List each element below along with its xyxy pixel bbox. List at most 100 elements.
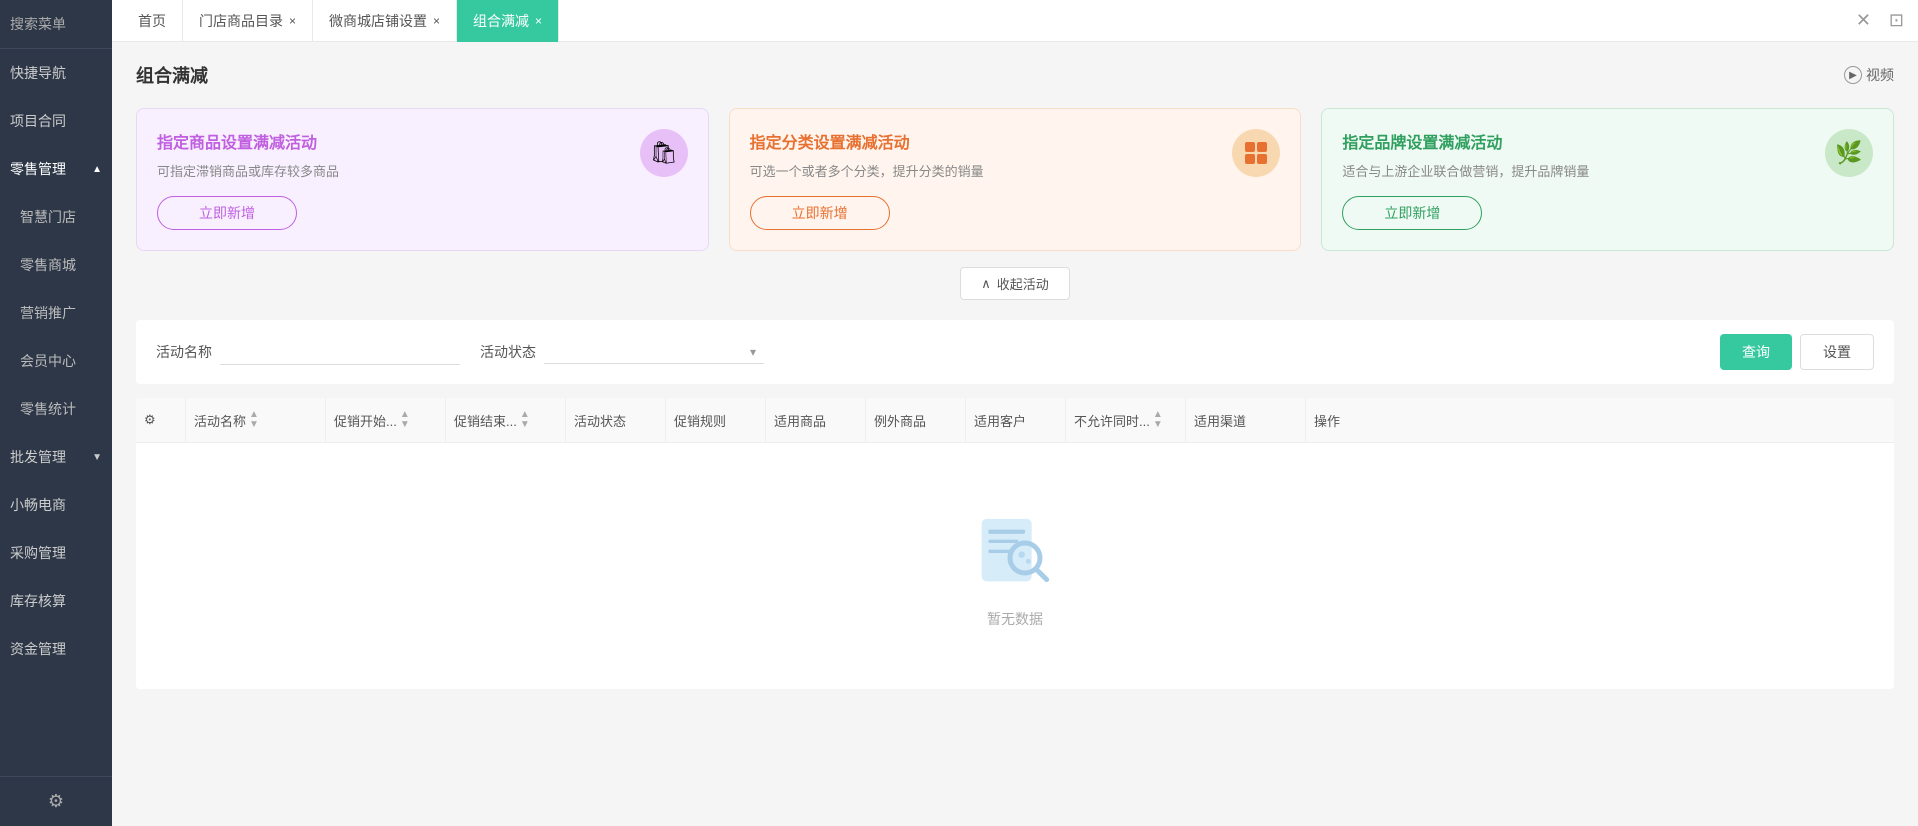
- sidebar-item-label: 零售统计: [20, 399, 76, 419]
- sidebar-item-label: 资金管理: [10, 639, 66, 659]
- sidebar-item-xiao-chang[interactable]: 小畅电商: [0, 481, 112, 529]
- collapse-btn-label: 收起活动: [997, 274, 1049, 293]
- th-activity-status-label: 活动状态: [574, 411, 626, 430]
- tab-store-catalog-close[interactable]: ×: [289, 14, 296, 28]
- sidebar-item-label: 采购管理: [10, 543, 66, 563]
- sidebar-item-label: 快捷导航: [10, 63, 66, 83]
- sort-icon: ▲▼: [249, 410, 259, 430]
- collapse-activities-button[interactable]: ∧ 收起活动: [960, 267, 1070, 300]
- sort-icon: ▲▼: [1153, 410, 1163, 430]
- sidebar-item-project-contract[interactable]: 项目合同: [0, 97, 112, 145]
- tab-store-catalog[interactable]: 门店商品目录 ×: [183, 0, 313, 42]
- tab-combo-discount-close[interactable]: ×: [535, 14, 542, 28]
- content-area: 组合满减 ▶ 视频 🛍 指定商品设置满减活动 可指定滞销商品或库存较多商品 立即…: [112, 42, 1918, 826]
- th-promo-end[interactable]: 促销结束... ▲▼: [446, 398, 566, 442]
- card-brand: 🌿 指定品牌设置满减活动 适合与上游企业联合做营销，提升品牌销量 立即新增: [1321, 108, 1894, 251]
- sidebar-search[interactable]: 搜索菜单: [0, 0, 112, 49]
- th-applicable-channel: 适用渠道: [1186, 398, 1306, 442]
- th-exception-goods-label: 例外商品: [874, 411, 926, 430]
- tab-store-catalog-label: 门店商品目录: [199, 11, 283, 31]
- sidebar-item-purchase-manage[interactable]: 采购管理: [0, 529, 112, 577]
- th-operations: 操作: [1306, 398, 1406, 442]
- sidebar-item-wholesale-manage[interactable]: 批发管理 ▼: [0, 433, 112, 481]
- chevron-up-icon: ∧: [981, 276, 991, 292]
- sidebar-item-retail-mall[interactable]: 零售商城: [0, 241, 112, 289]
- th-not-allow-concurrent-label: 不允许同时...: [1074, 411, 1150, 430]
- filter-row: 活动名称 活动状态 ▾ 查询 设置: [136, 320, 1894, 384]
- sidebar: 搜索菜单 快捷导航 项目合同 零售管理 ▲ 智慧门店 零售商城 营销推广 会员中…: [0, 0, 112, 826]
- tab-combo-discount[interactable]: 组合满减 ×: [457, 0, 559, 42]
- sidebar-item-quick-nav[interactable]: 快捷导航: [0, 49, 112, 97]
- card-brand-add-button[interactable]: 立即新增: [1342, 196, 1482, 230]
- sidebar-item-label: 会员中心: [20, 351, 76, 371]
- th-applicable-customer-label: 适用客户: [974, 411, 1026, 430]
- dropdown-arrow-icon: ▾: [750, 345, 756, 359]
- card-brand-title: 指定品牌设置满减活动: [1342, 129, 1873, 153]
- sidebar-bottom: ⚙: [0, 776, 112, 826]
- th-activity-name[interactable]: 活动名称 ▲▼: [186, 398, 326, 442]
- card-category-desc: 可选一个或者多个分类，提升分类的销量: [750, 161, 1281, 180]
- sidebar-item-label: 零售管理: [10, 159, 66, 179]
- sidebar-item-smart-store[interactable]: 智慧门店: [0, 193, 112, 241]
- card-product-add-button[interactable]: 立即新增: [157, 196, 297, 230]
- sidebar-item-retail-stats[interactable]: 零售统计: [0, 385, 112, 433]
- tab-home-label: 首页: [138, 11, 166, 31]
- th-promo-start-label: 促销开始...: [334, 411, 397, 430]
- activity-name-input[interactable]: [220, 340, 460, 365]
- th-not-allow-concurrent[interactable]: 不允许同时... ▲▼: [1066, 398, 1186, 442]
- query-button[interactable]: 查询: [1720, 334, 1792, 370]
- th-activity-status: 活动状态: [566, 398, 666, 442]
- sidebar-item-inventory-check[interactable]: 库存核算: [0, 577, 112, 625]
- filter-actions: 查询 设置: [1720, 334, 1874, 370]
- card-product: 🛍 指定商品设置满减活动 可指定滞销商品或库存较多商品 立即新增: [136, 108, 709, 251]
- card-category-title: 指定分类设置满减活动: [750, 129, 1281, 153]
- sidebar-item-retail-manage[interactable]: 零售管理 ▲: [0, 145, 112, 193]
- collapse-row: ∧ 收起活动: [136, 267, 1894, 300]
- card-brand-desc: 适合与上游企业联合做营销，提升品牌销量: [1342, 161, 1873, 180]
- th-activity-name-label: 活动名称: [194, 411, 246, 430]
- window-maximize-button[interactable]: ⊡: [1885, 6, 1908, 35]
- page-header: 组合满减 ▶ 视频: [136, 62, 1894, 88]
- table-wrapper: ⚙ 活动名称 ▲▼ 促销开始... ▲▼ 促销结束... ▲▼ 活动状态: [136, 398, 1894, 689]
- sort-icon: ▲▼: [400, 410, 410, 430]
- th-applicable-channel-label: 适用渠道: [1194, 411, 1246, 430]
- card-category-add-button[interactable]: 立即新增: [750, 196, 890, 230]
- th-promo-start[interactable]: 促销开始... ▲▼: [326, 398, 446, 442]
- sidebar-item-label: 库存核算: [10, 591, 66, 611]
- cards-row: 🛍 指定商品设置满减活动 可指定滞销商品或库存较多商品 立即新增: [136, 108, 1894, 251]
- tab-actions: ✕ ⊡: [1852, 6, 1908, 35]
- tab-combo-discount-label: 组合满减: [473, 11, 529, 31]
- main-area: 首页 门店商品目录 × 微商城店铺设置 × 组合满减 × ✕ ⊡ 组合满减 ▶ …: [112, 0, 1918, 826]
- settings-button[interactable]: 设置: [1800, 334, 1874, 370]
- card-product-desc: 可指定滞销商品或库存较多商品: [157, 161, 688, 180]
- sidebar-item-label: 智慧门店: [20, 207, 76, 227]
- th-promo-rule: 促销规则: [666, 398, 766, 442]
- sidebar-item-label: 批发管理: [10, 447, 66, 467]
- sidebar-item-label: 小畅电商: [10, 495, 66, 515]
- chevron-down-icon: ▼: [92, 452, 102, 463]
- settings-gear-icon: ⚙: [144, 412, 156, 428]
- video-label: 视频: [1866, 65, 1894, 85]
- activity-status-select[interactable]: ▾: [544, 341, 764, 364]
- sidebar-item-label: 零售商城: [20, 255, 76, 275]
- empty-state: 暂无数据: [136, 443, 1894, 689]
- window-close-button[interactable]: ✕: [1852, 6, 1875, 35]
- sidebar-item-member-center[interactable]: 会员中心: [0, 337, 112, 385]
- tab-home[interactable]: 首页: [122, 0, 183, 42]
- tab-wechat-store-label: 微商城店铺设置: [329, 11, 427, 31]
- th-applicable-goods: 适用商品: [766, 398, 866, 442]
- th-applicable-goods-label: 适用商品: [774, 411, 826, 430]
- sidebar-item-label: 营销推广: [20, 303, 76, 323]
- th-settings[interactable]: ⚙: [136, 398, 186, 442]
- settings-icon[interactable]: ⚙: [48, 791, 64, 812]
- th-exception-goods: 例外商品: [866, 398, 966, 442]
- sidebar-item-finance-manage[interactable]: 资金管理: [0, 625, 112, 673]
- sidebar-item-marketing[interactable]: 营销推广: [0, 289, 112, 337]
- filter-activity-name: 活动名称: [156, 340, 460, 365]
- tab-wechat-store-close[interactable]: ×: [433, 14, 440, 28]
- filter-activity-status: 活动状态 ▾: [480, 341, 764, 364]
- card-category: 指定分类设置满减活动 可选一个或者多个分类，提升分类的销量 立即新增: [729, 108, 1302, 251]
- card-category-icon: [1232, 129, 1280, 177]
- tab-wechat-store[interactable]: 微商城店铺设置 ×: [313, 0, 457, 42]
- video-link[interactable]: ▶ 视频: [1844, 65, 1894, 85]
